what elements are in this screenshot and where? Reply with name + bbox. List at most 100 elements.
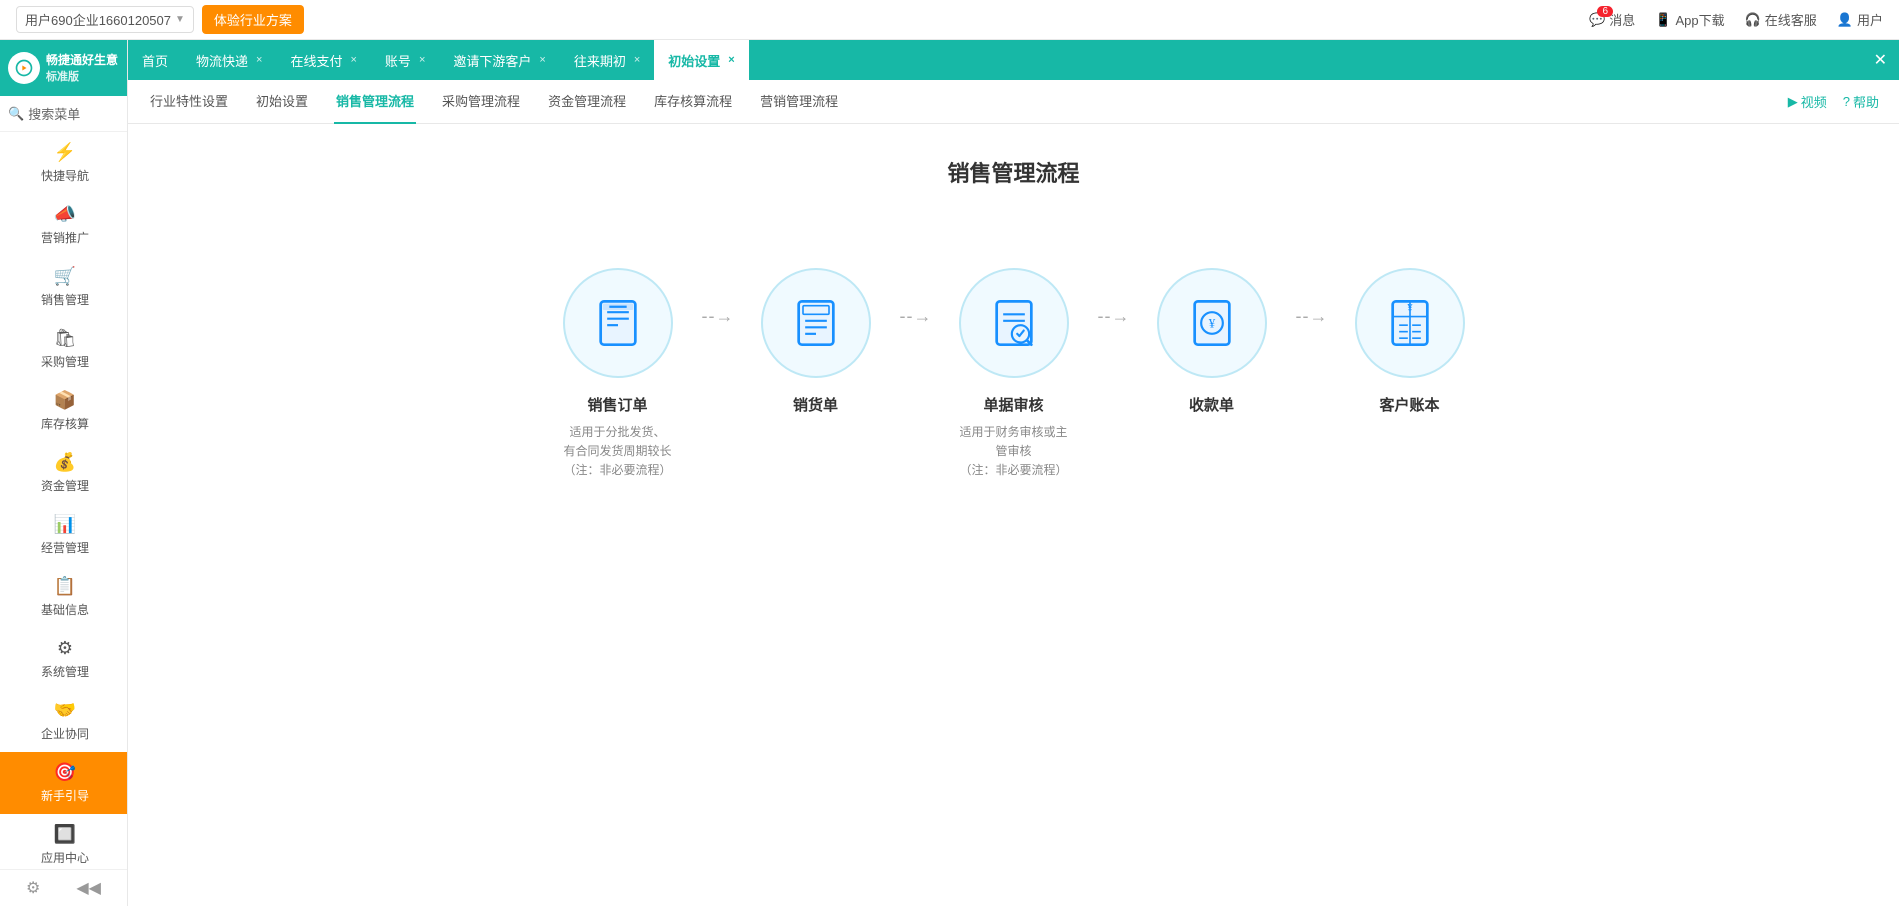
- sidebar-icon-inventory: 📦: [54, 390, 76, 411]
- sidebar-label-purchase: 采购管理: [41, 353, 89, 370]
- sidebar-icon-marketing: 📣: [54, 204, 76, 225]
- action-video[interactable]: ▶ 视频: [1788, 92, 1827, 111]
- sidebar-item-quick-nav[interactable]: ⚡ 快捷导航: [0, 132, 127, 194]
- flow-circle-sales-invoice: [761, 268, 871, 378]
- flow-step-title-sales-invoice: 销货单: [793, 394, 838, 415]
- sidebar-item-inventory[interactable]: 📦 库存核算: [0, 380, 127, 442]
- sidebar-icon-operations: 📊: [54, 514, 76, 535]
- sidebar-label-inventory: 库存核算: [41, 415, 89, 432]
- sidebar-item-marketing[interactable]: 📣 营销推广: [0, 194, 127, 256]
- nav-tab-close-initial-setup[interactable]: ×: [728, 54, 734, 66]
- online-service-item[interactable]: 🎧 在线客服: [1745, 10, 1817, 29]
- online-service-label: 在线客服: [1765, 10, 1817, 29]
- nav-tab-label-logistics: 物流快递: [196, 51, 248, 70]
- user-selector-label: 用户690企业1660120507: [25, 10, 171, 29]
- nav-tab-close-account[interactable]: ×: [419, 54, 425, 66]
- settings-icon[interactable]: ⚙: [26, 878, 40, 898]
- help-icon: ?: [1843, 94, 1850, 109]
- sidebar-label-finance: 资金管理: [41, 477, 89, 494]
- nav-tab-initial-setup[interactable]: 初始设置 ×: [654, 40, 748, 80]
- sidebar-label-guide: 新手引导: [41, 787, 89, 804]
- sub-tab-marketing-flow[interactable]: 营销管理流程: [758, 80, 840, 124]
- sidebar-label-quick-nav: 快捷导航: [41, 167, 89, 184]
- sidebar-icon-quick-nav: ⚡: [54, 142, 76, 163]
- sidebar-item-system[interactable]: ⚙系统管理: [0, 628, 127, 690]
- sidebar-label-cooperation: 企业协同: [41, 725, 89, 742]
- sub-tab-industry-settings[interactable]: 行业特性设置: [148, 80, 230, 124]
- user-selector[interactable]: 用户690企业1660120507 ▼: [16, 6, 194, 33]
- sub-tab-initial-setup[interactable]: 初始设置: [254, 80, 310, 124]
- sidebar-item-base-info[interactable]: 📋 基础信息: [0, 566, 127, 628]
- sidebar-item-operations[interactable]: 📊 经营管理: [0, 504, 127, 566]
- download-icon: 📱: [1655, 12, 1671, 28]
- flow-step-title-document-audit: 单据审核: [983, 394, 1043, 415]
- nav-tab-account[interactable]: 账号 ×: [371, 40, 439, 80]
- sub-tab-sales-flow[interactable]: 销售管理流程: [334, 80, 416, 124]
- logo-title: 畅捷通好生意: [46, 52, 118, 69]
- sidebar-item-finance[interactable]: 💰 资金管理: [0, 442, 127, 504]
- nav-tab-label-initial-setup: 初始设置: [668, 51, 720, 70]
- flow-step-customer-account[interactable]: ¥ 客户账本: [1330, 268, 1490, 423]
- svg-text:¥: ¥: [1208, 315, 1215, 330]
- trial-button[interactable]: 体验行业方案: [202, 5, 304, 34]
- nav-tab-label-period-init: 往来期初: [574, 51, 626, 70]
- sidebar-item-purchase[interactable]: 🛍 采购管理: [0, 318, 127, 380]
- action-help[interactable]: ? 帮助: [1843, 92, 1879, 111]
- close-all-tabs-button[interactable]: ✕: [1862, 50, 1899, 70]
- sidebar-item-cooperation[interactable]: 🤝 企业协同: [0, 690, 127, 752]
- sidebar-search[interactable]: 🔍 搜索菜单: [0, 96, 127, 132]
- flow-step-desc-sales-order: 适用于分批发货、有合同发货周期较长（注：非必要流程）: [563, 423, 671, 481]
- nav-tab-label-payment: 在线支付: [290, 51, 342, 70]
- nav-tab-period-init[interactable]: 往来期初 ×: [560, 40, 654, 80]
- sidebar-icon-finance: 💰: [54, 452, 76, 473]
- nav-tab-home[interactable]: 首页: [128, 40, 182, 80]
- nav-tab-close-payment[interactable]: ×: [350, 54, 356, 66]
- sidebar-icon-purchase: 🛍: [54, 328, 77, 349]
- nav-tab-close-period-init[interactable]: ×: [634, 54, 640, 66]
- sidebar-icon-base-info: 📋: [54, 576, 76, 597]
- flow-step-title-customer-account: 客户账本: [1379, 394, 1439, 415]
- flow-step-receipt[interactable]: ¥ 收款单: [1132, 268, 1292, 423]
- sidebar-icon-cooperation: 🤝: [54, 700, 76, 721]
- message-item[interactable]: 💬 6 消息: [1589, 10, 1635, 29]
- message-icon-wrap: 💬 6: [1589, 12, 1605, 28]
- sidebar-item-guide[interactable]: 🎯新手引导: [0, 752, 127, 814]
- sub-tab-actions: ▶ 视频 ? 帮助: [1788, 92, 1879, 111]
- message-badge: 6: [1597, 6, 1613, 17]
- flow-circle-sales-order: [563, 268, 673, 378]
- chevron-down-icon: ▼: [175, 14, 185, 25]
- content-area: 销售管理流程 销售订单适用于分批发货、有合同发货周期较长（注：非必要流程）- -…: [128, 124, 1899, 906]
- user-name-label: 用户: [1857, 10, 1883, 29]
- flow-circle-receipt: ¥: [1157, 268, 1267, 378]
- flow-arrow-1: - - →: [702, 268, 732, 327]
- nav-tab-payment[interactable]: 在线支付 ×: [276, 40, 370, 80]
- sidebar-item-sales[interactable]: 🛒销售管理: [0, 256, 127, 318]
- nav-tab-close-invite[interactable]: ×: [539, 54, 545, 66]
- sidebar-label-operations: 经营管理: [41, 539, 89, 556]
- sidebar-item-app-center[interactable]: 🔲应用中心: [0, 814, 127, 869]
- sidebar-label-marketing: 营销推广: [41, 229, 89, 246]
- nav-tab-label-home: 首页: [142, 51, 168, 70]
- nav-tab-label-account: 账号: [385, 51, 411, 70]
- flow-step-document-audit[interactable]: 单据审核适用于财务审核或主管审核（注：非必要流程）: [934, 268, 1094, 481]
- flow-arrow-3: - - →: [1098, 268, 1128, 327]
- nav-tab-close-logistics[interactable]: ×: [256, 54, 262, 66]
- nav-tab-invite[interactable]: 邀请下游客户×: [439, 40, 559, 80]
- user-account-item[interactable]: 👤 用户: [1837, 10, 1883, 29]
- sub-tab-finance-flow[interactable]: 资金管理流程: [546, 80, 628, 124]
- flow-step-sales-order[interactable]: 销售订单适用于分批发货、有合同发货周期较长（注：非必要流程）: [538, 268, 698, 481]
- collapse-icon[interactable]: ◀◀: [76, 878, 101, 898]
- sub-tab-purchase-flow[interactable]: 采购管理流程: [440, 80, 522, 124]
- flow-circle-document-audit: [959, 268, 1069, 378]
- flow-step-sales-invoice[interactable]: 销货单: [736, 268, 896, 423]
- flow-step-title-receipt: 收款单: [1189, 394, 1234, 415]
- flow-arrow-2: - - →: [900, 268, 930, 327]
- svg-text:¥: ¥: [1407, 302, 1413, 314]
- app-download-item[interactable]: 📱 App下载: [1655, 10, 1724, 29]
- video-icon: ▶: [1788, 94, 1798, 110]
- nav-tab-logistics[interactable]: 物流快递 ×: [182, 40, 276, 80]
- sidebar-icon-app-center: 🔲: [54, 824, 76, 845]
- sidebar-label-base-info: 基础信息: [41, 601, 89, 618]
- sub-tab-inventory-flow[interactable]: 库存核算流程: [652, 80, 734, 124]
- flow-arrow-4: - - →: [1296, 268, 1326, 327]
